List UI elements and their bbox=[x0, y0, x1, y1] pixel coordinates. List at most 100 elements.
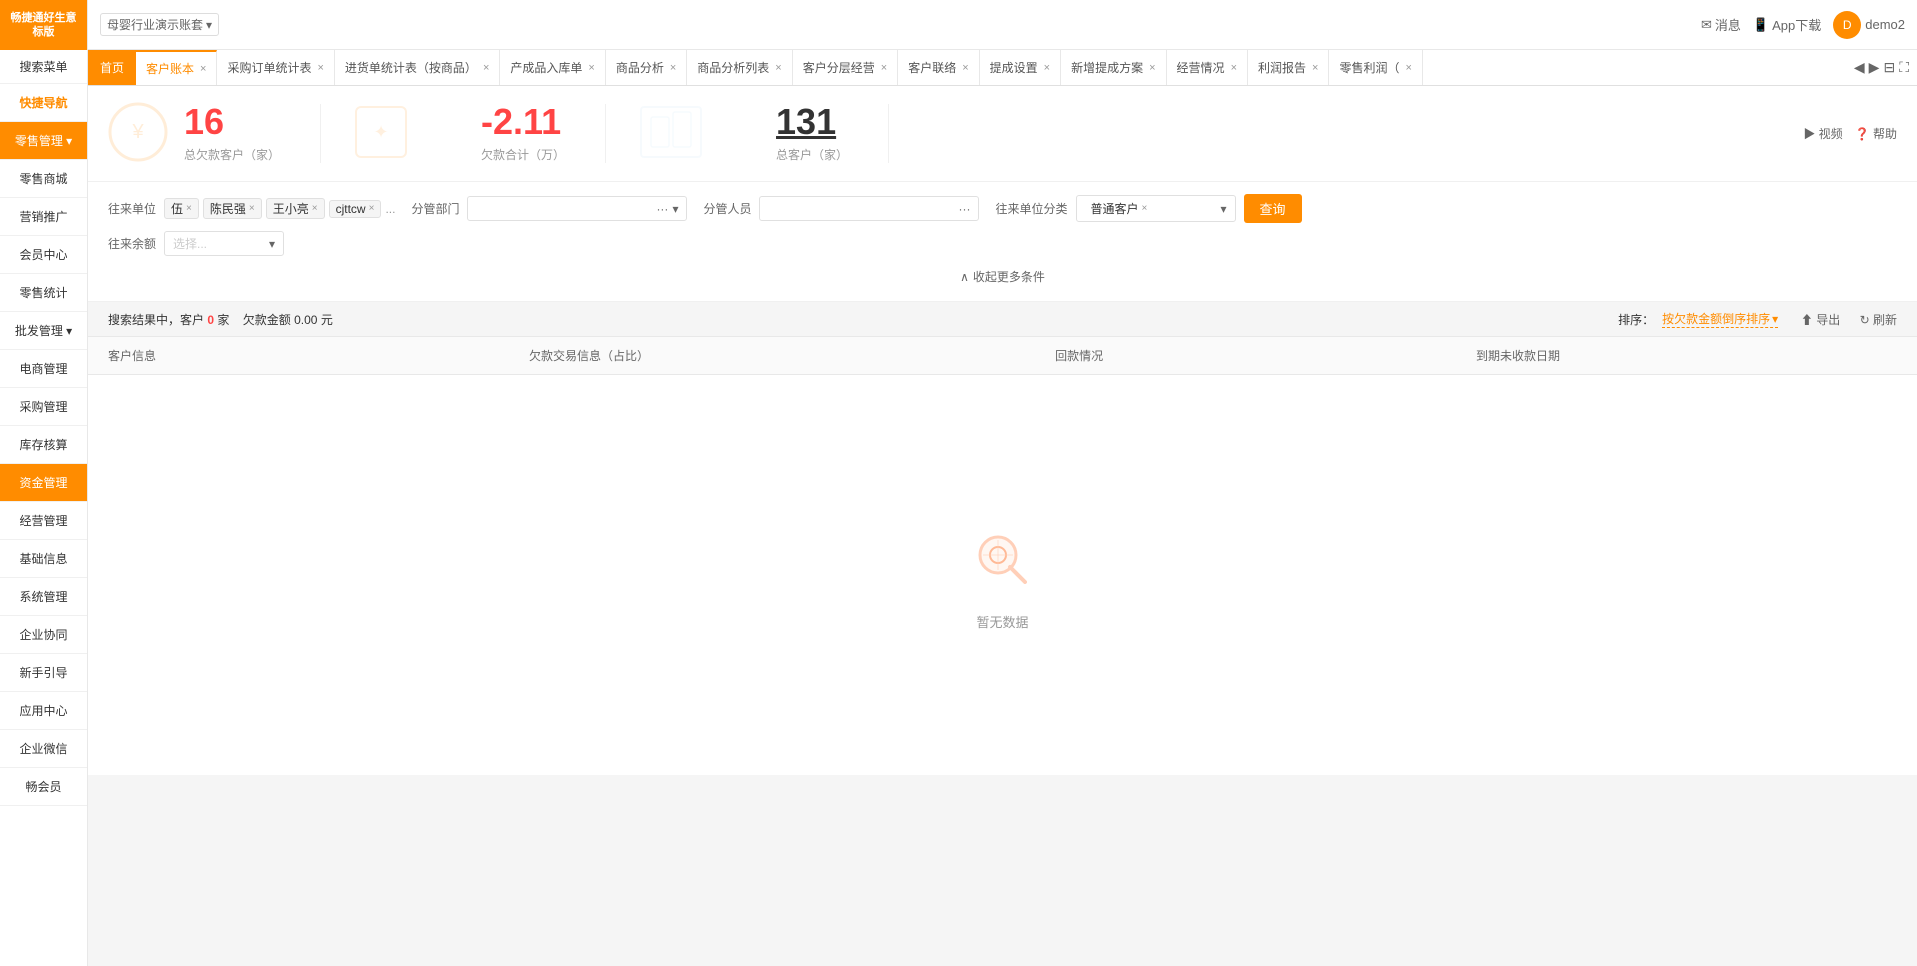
filter-tag-chen-text: 陈民强 bbox=[210, 200, 246, 217]
sidebar-item-marketing[interactable]: 营销推广 bbox=[0, 198, 87, 236]
tab-product-analysis-label: 商品分析 bbox=[616, 59, 664, 76]
tab-prev-icon[interactable]: ◀ bbox=[1854, 59, 1865, 76]
tab-production-entry-close[interactable]: × bbox=[588, 62, 594, 74]
filter-person-select[interactable]: ··· bbox=[759, 196, 979, 221]
sidebar-item-inventory[interactable]: 库存核算 bbox=[0, 426, 87, 464]
tab-stock-stats-close[interactable]: × bbox=[483, 62, 489, 74]
sidebar-item-ecommerce[interactable]: 电商管理 bbox=[0, 350, 87, 388]
sidebar-item-vip[interactable]: 畅会员 bbox=[0, 768, 87, 806]
filter-tag-wang-remove[interactable]: × bbox=[312, 203, 318, 214]
filter-tag-wu-text: 伍 bbox=[171, 200, 183, 217]
tab-promotion-settings[interactable]: 提成设置 × bbox=[980, 50, 1061, 86]
empty-state-icon bbox=[963, 520, 1043, 600]
tab-purchase-order-close[interactable]: × bbox=[317, 62, 323, 74]
tab-product-analysis-close[interactable]: × bbox=[670, 62, 676, 74]
tab-expand-icon[interactable]: ⛶ bbox=[1899, 59, 1909, 76]
sidebar-item-quick-nav[interactable]: 快捷导航 bbox=[0, 84, 87, 122]
app-download-link[interactable]: 📱 App下载 bbox=[1753, 15, 1821, 34]
collapse-label: 收起更多条件 bbox=[973, 268, 1045, 285]
filter-tag-cjttcw: cjttcw × bbox=[329, 200, 382, 218]
filter-dept-select[interactable]: ··· ▾ bbox=[467, 196, 687, 221]
tab-home[interactable]: 首页 bbox=[88, 50, 136, 86]
filter-remainder-select[interactable]: 选择... ▾ bbox=[164, 231, 284, 256]
video-btn[interactable]: ▶ 视频 bbox=[1803, 125, 1842, 142]
sidebar-item-membership[interactable]: 会员中心 bbox=[0, 236, 87, 274]
filter-tag-chen-remove[interactable]: × bbox=[249, 203, 255, 214]
filter-tag-wu-remove[interactable]: × bbox=[186, 203, 192, 214]
filter-unit-category-select[interactable]: 普通客户 × ▾ bbox=[1076, 195, 1236, 222]
tab-customer-segment[interactable]: 客户分层经营 × bbox=[793, 50, 898, 86]
sidebar-item-system[interactable]: 系统管理 bbox=[0, 578, 87, 616]
tab-new-promotion-plan-close[interactable]: × bbox=[1149, 62, 1155, 74]
filter-tag-wu: 伍 × bbox=[164, 198, 199, 219]
search-button[interactable]: 查询 bbox=[1244, 194, 1302, 223]
export-btn[interactable]: ⬆ 导出 bbox=[1801, 311, 1840, 328]
tab-customer-contact-close[interactable]: × bbox=[962, 62, 968, 74]
sidebar-item-enterprise[interactable]: 企业协同 bbox=[0, 616, 87, 654]
header-right: ✉ 消息 📱 App下载 D demo2 bbox=[1701, 11, 1905, 39]
page-content: ¥ 16 总欠款客户（家） ✦ -2.11 欠款合计（万） 131 总客户（家） bbox=[88, 86, 1917, 966]
refresh-btn[interactable]: ↻ 刷新 bbox=[1860, 311, 1897, 328]
filter-unit-category-tag-remove[interactable]: × bbox=[1142, 203, 1148, 214]
filter-dept-dots: ··· bbox=[656, 202, 668, 216]
tab-product-analysis-list[interactable]: 商品分析列表 × bbox=[687, 50, 792, 86]
tab-promotion-settings-close[interactable]: × bbox=[1044, 62, 1050, 74]
sort-select[interactable]: 按欠款金额倒序排序 ▾ bbox=[1662, 310, 1778, 328]
sidebar-item-app-center[interactable]: 应用中心 bbox=[0, 692, 87, 730]
tab-operations-overview-close[interactable]: × bbox=[1231, 62, 1237, 74]
help-icon: ❓ bbox=[1855, 127, 1870, 141]
tab-next-icon[interactable]: ▶ bbox=[1869, 59, 1880, 76]
tab-customer-debt-close[interactable]: × bbox=[200, 63, 206, 75]
stats-deco-left: ¥ bbox=[108, 102, 168, 165]
sidebar-item-operations[interactable]: 经营管理 bbox=[0, 502, 87, 540]
filter-row-2: 往来余额 选择... ▾ bbox=[108, 231, 1897, 256]
account-selector[interactable]: 母婴行业演示账套 ▾ bbox=[100, 13, 219, 36]
sidebar-item-wholesale[interactable]: 批发管理 ▾ bbox=[0, 312, 87, 350]
user-menu[interactable]: D demo2 bbox=[1833, 11, 1905, 39]
tab-profit-report-label: 利润报告 bbox=[1258, 59, 1306, 76]
sidebar-item-new-guide[interactable]: 新手引导 bbox=[0, 654, 87, 692]
filter-unit-category-arrow: ▾ bbox=[1220, 202, 1226, 216]
sidebar-item-finance[interactable]: 资金管理 bbox=[0, 464, 87, 502]
filter-remainder-placeholder: 选择... bbox=[173, 235, 207, 252]
sidebar-item-purchase[interactable]: 采购管理 bbox=[0, 388, 87, 426]
sidebar-search[interactable]: 搜索菜单 bbox=[0, 50, 87, 84]
tab-retail-profit-close[interactable]: × bbox=[1405, 62, 1411, 74]
sidebar-item-enterprise-wechat[interactable]: 企业微信 bbox=[0, 730, 87, 768]
tab-purchase-order[interactable]: 采购订单统计表 × bbox=[217, 50, 334, 86]
sidebar-item-zero-mall[interactable]: 零售商城 bbox=[0, 160, 87, 198]
result-actions: 排序： 按欠款金额倒序排序 ▾ ⬆ 导出 ↻ 刷新 bbox=[1618, 310, 1897, 328]
message-link[interactable]: ✉ 消息 bbox=[1701, 15, 1741, 34]
tab-product-analysis[interactable]: 商品分析 × bbox=[606, 50, 687, 86]
filter-more-btn[interactable]: ... bbox=[385, 202, 395, 216]
result-info: 搜索结果中，客户 0 家 欠款金额 0.00 元 bbox=[108, 311, 333, 328]
tab-profit-report-close[interactable]: × bbox=[1312, 62, 1318, 74]
tab-new-promotion-plan[interactable]: 新增提成方案 × bbox=[1061, 50, 1166, 86]
main-area: 母婴行业演示账套 ▾ ✉ 消息 📱 App下载 D demo2 首页 客户账本 bbox=[88, 0, 1917, 966]
stat-total-debtors-label: 总欠款客户（家） bbox=[184, 146, 280, 163]
sidebar-item-zero-stats[interactable]: 零售统计 bbox=[0, 274, 87, 312]
table-header: 客户信息 欠款交易信息（占比） 回款情况 到期未收款日期 bbox=[88, 337, 1917, 375]
tab-production-entry[interactable]: 产成品入库单 × bbox=[500, 50, 605, 86]
tab-profit-report[interactable]: 利润报告 × bbox=[1248, 50, 1329, 86]
collapse-filter-btn[interactable]: ∧ 收起更多条件 bbox=[108, 264, 1897, 289]
tab-operations-overview[interactable]: 经营情况 × bbox=[1167, 50, 1248, 86]
tab-retail-profit-label: 零售利润（ bbox=[1339, 59, 1399, 76]
help-btn[interactable]: ❓ 帮助 bbox=[1855, 125, 1897, 142]
stats-bar: ¥ 16 总欠款客户（家） ✦ -2.11 欠款合计（万） 131 总客户（家） bbox=[88, 86, 1917, 182]
empty-text: 暂无数据 bbox=[976, 612, 1028, 631]
sidebar-item-basic-info[interactable]: 基础信息 bbox=[0, 540, 87, 578]
tab-customer-segment-close[interactable]: × bbox=[881, 62, 887, 74]
filter-tag-cjttcw-remove[interactable]: × bbox=[369, 203, 375, 214]
filter-dept-arrow: ▾ bbox=[672, 202, 678, 216]
filter-unit-category-tag-text: 普通客户 bbox=[1091, 200, 1139, 217]
stat-total-customers: 131 总客户（家） bbox=[736, 104, 889, 163]
tab-menu-icon[interactable]: ⊟ bbox=[1883, 59, 1895, 76]
tab-stock-stats[interactable]: 进货单统计表（按商品） × bbox=[335, 50, 500, 86]
tab-customer-debt[interactable]: 客户账本 × bbox=[136, 50, 217, 86]
tab-retail-profit[interactable]: 零售利润（ × bbox=[1329, 50, 1422, 86]
sidebar-item-zero-sales[interactable]: 零售管理 ▾ bbox=[0, 122, 87, 160]
tab-customer-contact[interactable]: 客户联络 × bbox=[898, 50, 979, 86]
tab-home-label: 首页 bbox=[100, 59, 124, 76]
tab-product-analysis-list-close[interactable]: × bbox=[775, 62, 781, 74]
